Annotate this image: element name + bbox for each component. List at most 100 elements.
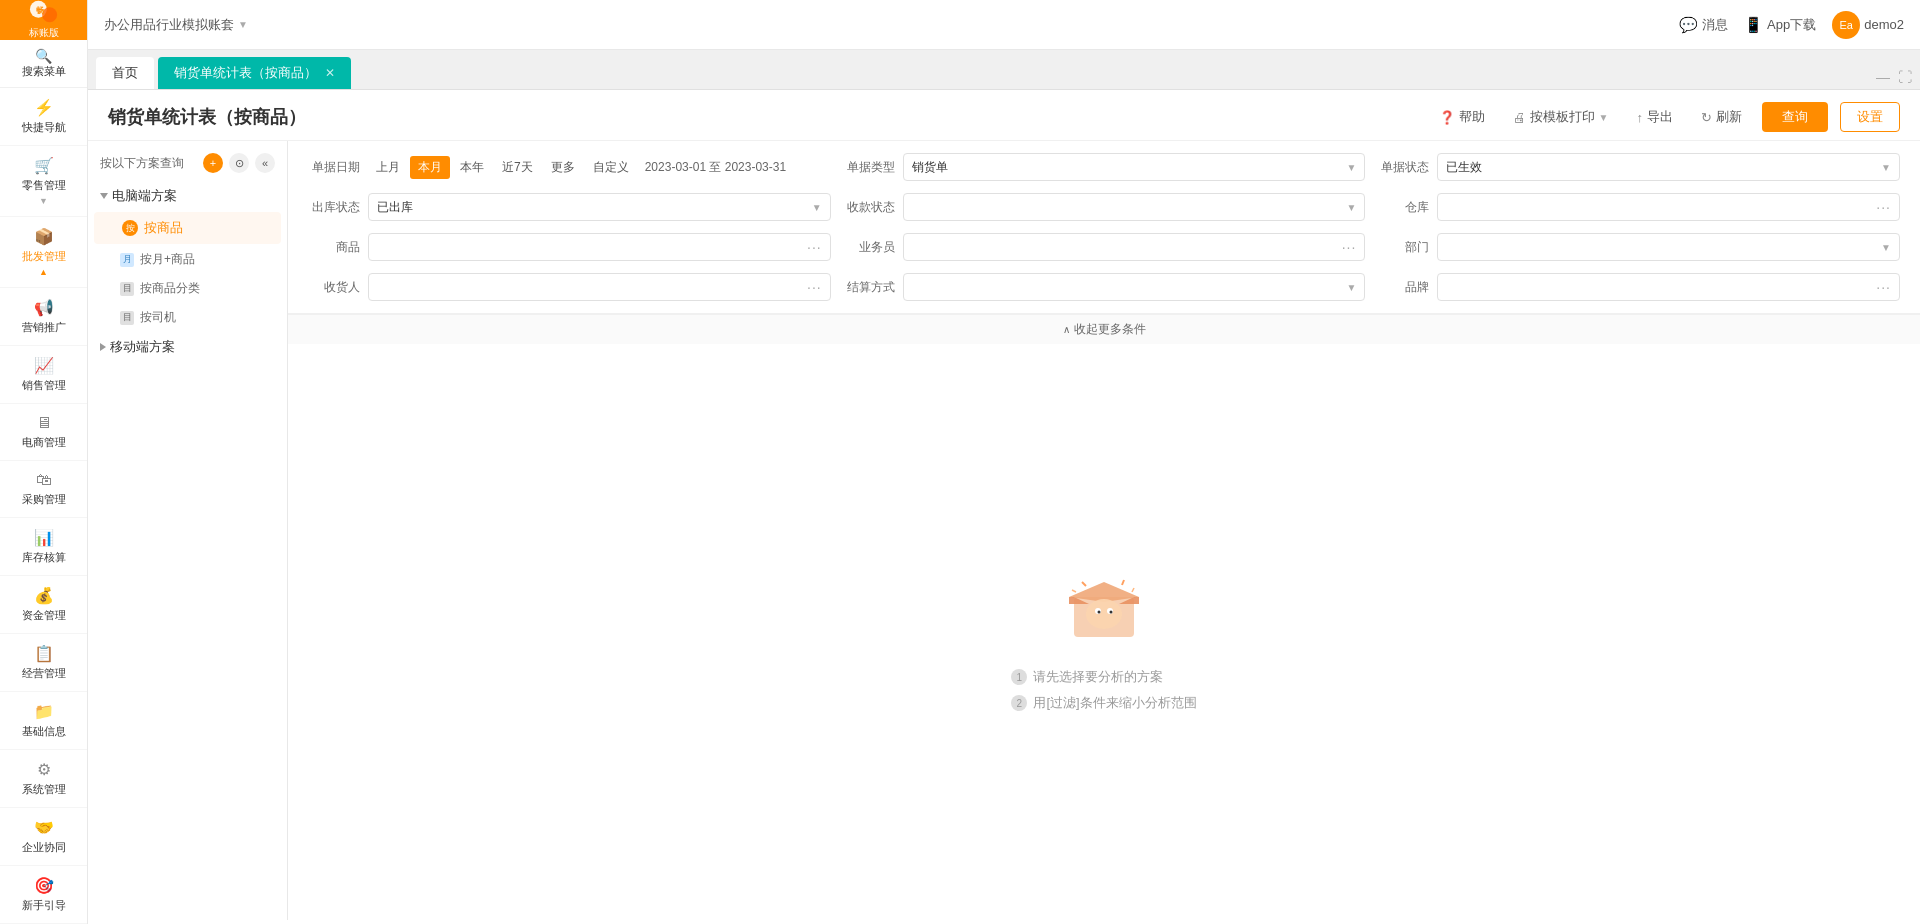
goods-input[interactable]: ···: [368, 233, 831, 261]
warehouse-dots: ···: [1876, 199, 1891, 215]
filter-row-1: 单据日期 上月 本月 本年 近7天 更多 自定义 20: [308, 153, 1900, 181]
sidebar-item-search-label: 搜索菜单: [6, 64, 81, 79]
doc-type-value: 销货单: [912, 159, 948, 176]
query-button[interactable]: 查询: [1762, 102, 1828, 132]
scheme-item-month-goods[interactable]: 月 按月+商品: [88, 245, 287, 274]
purchase-icon: 🛍: [36, 471, 52, 489]
industry-name: 办公用品行业模拟账套: [104, 16, 234, 34]
out-status-value: 已出库: [377, 199, 413, 216]
sidebar-item-basic-info-label: 基础信息: [22, 724, 66, 739]
date-tab-7days[interactable]: 近7天: [494, 156, 541, 179]
month-goods-icon: 月: [120, 253, 134, 267]
sidebar-item-finance[interactable]: 💰 资金管理: [0, 576, 87, 634]
sidebar-item-basic-info[interactable]: 📁 基础信息: [0, 692, 87, 750]
doc-status-input[interactable]: 已生效 ▼: [1437, 153, 1900, 181]
warehouse-input[interactable]: ···: [1437, 193, 1900, 221]
filter-row-3: 商品 ··· 业务员 ···: [308, 233, 1900, 261]
scheme-group-pc[interactable]: 电脑端方案: [88, 181, 287, 211]
empty-tip-1-text: 请先选择要分析的方案: [1033, 668, 1163, 686]
scheme-add-button[interactable]: +: [203, 153, 223, 173]
sidebar-item-operation[interactable]: 📋 经营管理: [0, 634, 87, 692]
filter-department-field: 部门 ▼: [1377, 233, 1900, 261]
scheme-item-goods-category[interactable]: 目 按商品分类: [88, 274, 287, 303]
sidebar-item-quick-nav[interactable]: ⚡ 快捷导航: [0, 88, 87, 146]
pc-group-label: 电脑端方案: [112, 187, 177, 205]
scheme-item-driver[interactable]: 目 按司机: [88, 303, 287, 332]
filter-payment-field: 结算方式 ▼: [843, 273, 1366, 301]
brand-input[interactable]: ···: [1437, 273, 1900, 301]
export-button[interactable]: ↑ 导出: [1629, 104, 1682, 130]
collapse-bar[interactable]: ∧ 收起更多条件: [288, 314, 1920, 344]
page-actions: ❓ 帮助 🖨 按模板打印 ▼ ↑ 导出 ↻ 刷新 查询 设置: [1431, 102, 1900, 132]
refresh-label: 刷新: [1716, 108, 1742, 126]
print-icon: 🖨: [1513, 110, 1526, 125]
date-tab-last-month[interactable]: 上月: [368, 156, 408, 179]
tab-home[interactable]: 首页: [96, 57, 154, 89]
sidebar-item-purchase[interactable]: 🛍 采购管理: [0, 461, 87, 518]
receipt-status-label: 收款状态: [843, 199, 895, 216]
sidebar-item-wholesale[interactable]: 📦 批发管理 ▲: [0, 217, 87, 288]
date-filter: 上月 本月 本年 近7天 更多 自定义 2023-03-01 至 2023-03…: [368, 156, 831, 179]
wholesale-icon: 📦: [34, 227, 54, 246]
tab-close-icon[interactable]: ✕: [325, 66, 335, 80]
tab-home-label: 首页: [112, 64, 138, 82]
sidebar-item-system[interactable]: ⚙ 系统管理: [0, 750, 87, 808]
empty-state: 1 请先选择要分析的方案 2 用[过滤]条件来缩小分析范围: [288, 344, 1920, 920]
tab-maximize-icon[interactable]: ⛶: [1898, 69, 1912, 85]
settings-button[interactable]: 设置: [1840, 102, 1900, 132]
date-tab-more[interactable]: 更多: [543, 156, 583, 179]
filter-date-field: 单据日期 上月 本月 本年 近7天 更多 自定义 20: [308, 156, 831, 179]
help-button[interactable]: ❓ 帮助: [1431, 104, 1493, 130]
username: demo2: [1864, 17, 1904, 32]
refresh-button[interactable]: ↻ 刷新: [1693, 104, 1750, 130]
sidebar-item-retail[interactable]: 🛒 零售管理 ▼: [0, 146, 87, 217]
collapse-arrow: ∧: [1063, 324, 1070, 335]
scheme-item-by-goods[interactable]: 按 按商品: [94, 212, 281, 244]
sidebar-item-marketing[interactable]: 📢 营销推广: [0, 288, 87, 346]
scheme-group-mobile[interactable]: 移动端方案: [88, 332, 287, 362]
tab-sales-stats[interactable]: 销货单统计表（按商品） ✕: [158, 57, 351, 89]
template-print-button[interactable]: 🖨 按模板打印 ▼: [1505, 104, 1617, 130]
sidebar-item-inventory[interactable]: 📊 库存核算: [0, 518, 87, 576]
receiver-input[interactable]: ···: [368, 273, 831, 301]
payment-input[interactable]: ▼: [903, 273, 1366, 301]
scheme-item-month-goods-label: 按月+商品: [140, 251, 195, 268]
export-icon: ↑: [1637, 110, 1644, 125]
receipt-status-input[interactable]: ▼: [903, 193, 1366, 221]
retail-arrow: ▼: [39, 196, 48, 206]
message-label: 消息: [1702, 16, 1728, 34]
doc-status-label: 单据状态: [1377, 159, 1429, 176]
message-button[interactable]: 💬 消息: [1679, 16, 1728, 34]
tip-2-num: 2: [1011, 695, 1027, 711]
department-input[interactable]: ▼: [1437, 233, 1900, 261]
help-label: 帮助: [1459, 108, 1485, 126]
salesman-input[interactable]: ···: [903, 233, 1366, 261]
scheme-collapse-button[interactable]: «: [255, 153, 275, 173]
tip-1-num: 1: [1011, 669, 1027, 685]
out-status-input[interactable]: 已出库 ▼: [368, 193, 831, 221]
doc-status-value: 已生效: [1446, 159, 1482, 176]
sidebar-item-ecommerce[interactable]: 🖥 电商管理: [0, 404, 87, 461]
department-chevron: ▼: [1881, 242, 1891, 253]
doc-type-input[interactable]: 销货单 ▼: [903, 153, 1366, 181]
scheme-refresh-button[interactable]: ⊙: [229, 153, 249, 173]
sidebar-item-sales[interactable]: 📈 销售管理: [0, 346, 87, 404]
topbar-left: 办公用品行业模拟账套 ▼: [104, 16, 248, 34]
filter-row-2: 出库状态 已出库 ▼ 收款状态 ▼: [308, 193, 1900, 221]
user-profile[interactable]: Ea demo2: [1832, 11, 1904, 39]
tab-minimize-icon[interactable]: —: [1876, 69, 1890, 85]
date-tab-this-year[interactable]: 本年: [452, 156, 492, 179]
sidebar-item-enterprise-label: 企业协同: [22, 840, 66, 855]
svg-point-1: [42, 7, 57, 22]
date-range-value: 2023-03-01 至 2023-03-31: [645, 159, 786, 176]
date-tab-custom[interactable]: 自定义: [585, 156, 637, 179]
date-tab-this-month[interactable]: 本月: [410, 156, 450, 179]
app-download-button[interactable]: 📱 App下载: [1744, 16, 1816, 34]
svg-line-12: [1082, 582, 1086, 586]
sidebar: 畅 标账版 🔍 搜索菜单 ⚡ 快捷导航 🛒 零售管理 ▼ 📦 批发管理 ▲ 📢 …: [0, 0, 88, 924]
sidebar-item-enterprise[interactable]: 🤝 企业协同: [0, 808, 87, 866]
app-download-label: App下载: [1767, 16, 1816, 34]
sidebar-item-search[interactable]: 🔍 搜索菜单: [0, 40, 87, 88]
industry-selector[interactable]: 办公用品行业模拟账套 ▼: [104, 16, 248, 34]
sidebar-item-guide[interactable]: 🎯 新手引导: [0, 866, 87, 924]
